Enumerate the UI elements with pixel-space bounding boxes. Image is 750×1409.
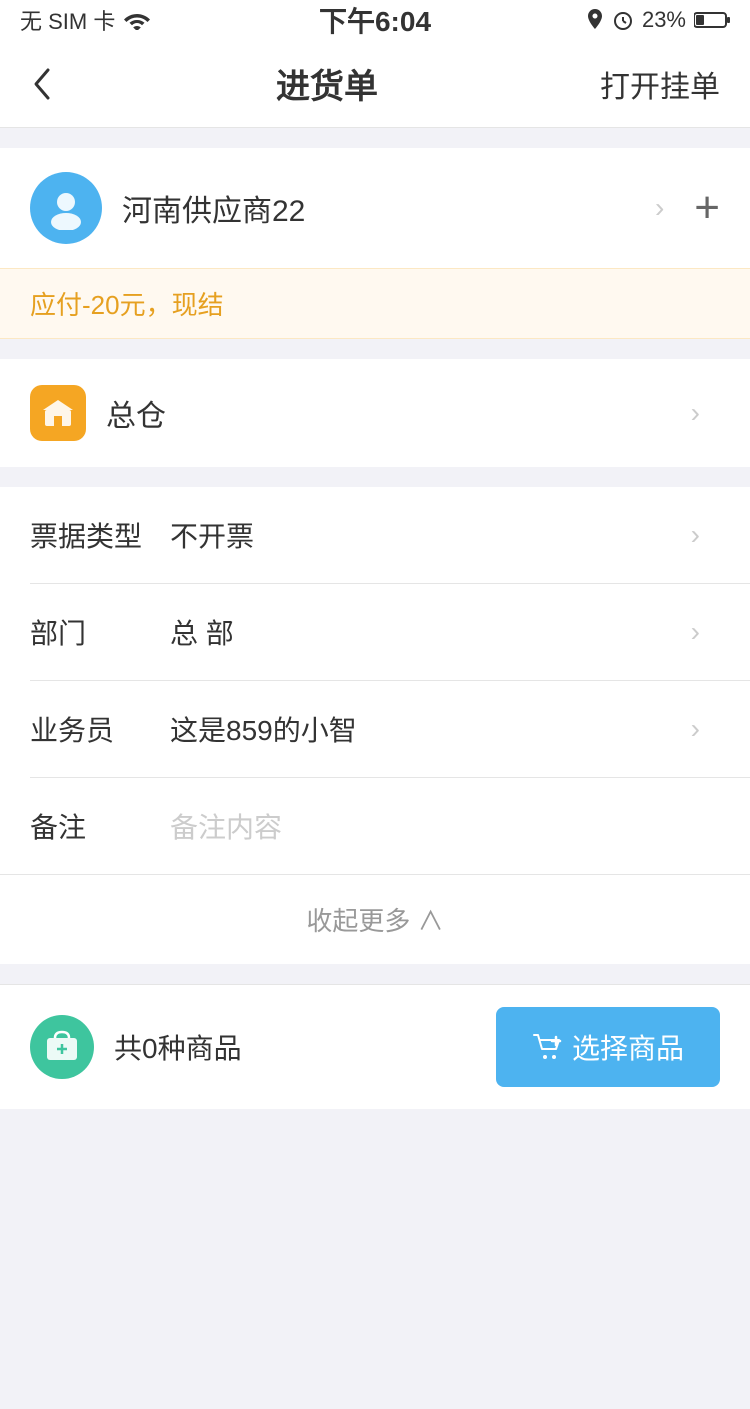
warehouse-chevron-icon: › bbox=[691, 397, 700, 429]
select-product-button[interactable]: 选择商品 bbox=[496, 1007, 720, 1087]
cart-icon bbox=[532, 1033, 562, 1061]
warehouse-section: 总仓 › bbox=[0, 359, 750, 467]
salesperson-value: 这是859的小智 bbox=[170, 709, 691, 749]
battery-icon bbox=[694, 11, 730, 29]
wifi-icon bbox=[123, 10, 151, 30]
supplier-notice: 应付-20元，现结 bbox=[0, 268, 750, 339]
form-section: 票据类型 不开票 › 部门 总 部 › 业务员 这是859的小智 › 备注 备注… bbox=[0, 487, 750, 964]
page-title: 进货单 bbox=[276, 59, 378, 108]
collapse-row[interactable]: 收起更多 ∧ bbox=[0, 874, 750, 964]
department-chevron-icon: › bbox=[691, 616, 700, 648]
product-count-label: 共0种商品 bbox=[114, 1027, 476, 1067]
supplier-row[interactable]: 河南供应商22 › + bbox=[0, 148, 750, 268]
remark-label: 备注 bbox=[30, 806, 150, 846]
add-supplier-button[interactable]: + bbox=[694, 183, 720, 233]
remark-input[interactable]: 备注内容 bbox=[170, 806, 720, 846]
invoice-type-row[interactable]: 票据类型 不开票 › bbox=[0, 487, 750, 583]
warehouse-icon bbox=[30, 385, 86, 441]
alarm-icon bbox=[612, 9, 634, 31]
salesperson-label: 业务员 bbox=[30, 709, 150, 749]
warehouse-row[interactable]: 总仓 › bbox=[0, 359, 750, 467]
status-bar: 无 SIM 卡 下午6:04 23% bbox=[0, 0, 750, 40]
back-button[interactable] bbox=[30, 64, 54, 104]
divider-4 bbox=[0, 964, 750, 984]
collapse-label: 收起更多 ∧ bbox=[306, 901, 443, 938]
location-icon bbox=[586, 9, 604, 31]
divider-top bbox=[0, 128, 750, 148]
divider-3 bbox=[0, 467, 750, 487]
select-product-label: 选择商品 bbox=[572, 1027, 684, 1067]
product-icon bbox=[30, 1015, 94, 1079]
supplier-name: 河南供应商22 bbox=[122, 186, 655, 230]
salesperson-chevron-icon: › bbox=[691, 713, 700, 745]
status-right: 23% bbox=[586, 7, 730, 33]
divider-2 bbox=[0, 339, 750, 359]
gray-background bbox=[0, 1109, 750, 1409]
open-pending-button[interactable]: 打开挂单 bbox=[600, 62, 720, 106]
invoice-type-chevron-icon: › bbox=[691, 519, 700, 551]
status-time: 下午6:04 bbox=[319, 0, 431, 40]
invoice-type-label: 票据类型 bbox=[30, 515, 150, 555]
department-row[interactable]: 部门 总 部 › bbox=[0, 584, 750, 680]
salesperson-row[interactable]: 业务员 这是859的小智 › bbox=[0, 681, 750, 777]
signal-text: 无 SIM 卡 bbox=[20, 4, 115, 36]
remark-row[interactable]: 备注 备注内容 bbox=[0, 778, 750, 874]
bottom-bar: 共0种商品 选择商品 bbox=[0, 984, 750, 1109]
warehouse-name: 总仓 bbox=[106, 391, 691, 435]
nav-bar: 进货单 打开挂单 bbox=[0, 40, 750, 128]
supplier-avatar bbox=[30, 172, 102, 244]
supplier-section: 河南供应商22 › + 应付-20元，现结 bbox=[0, 148, 750, 339]
department-label: 部门 bbox=[30, 612, 150, 652]
department-value: 总 部 bbox=[170, 612, 691, 652]
supplier-chevron-icon: › bbox=[655, 192, 664, 224]
battery-text: 23% bbox=[642, 7, 686, 33]
invoice-type-value: 不开票 bbox=[170, 515, 691, 555]
status-left: 无 SIM 卡 bbox=[20, 4, 151, 36]
